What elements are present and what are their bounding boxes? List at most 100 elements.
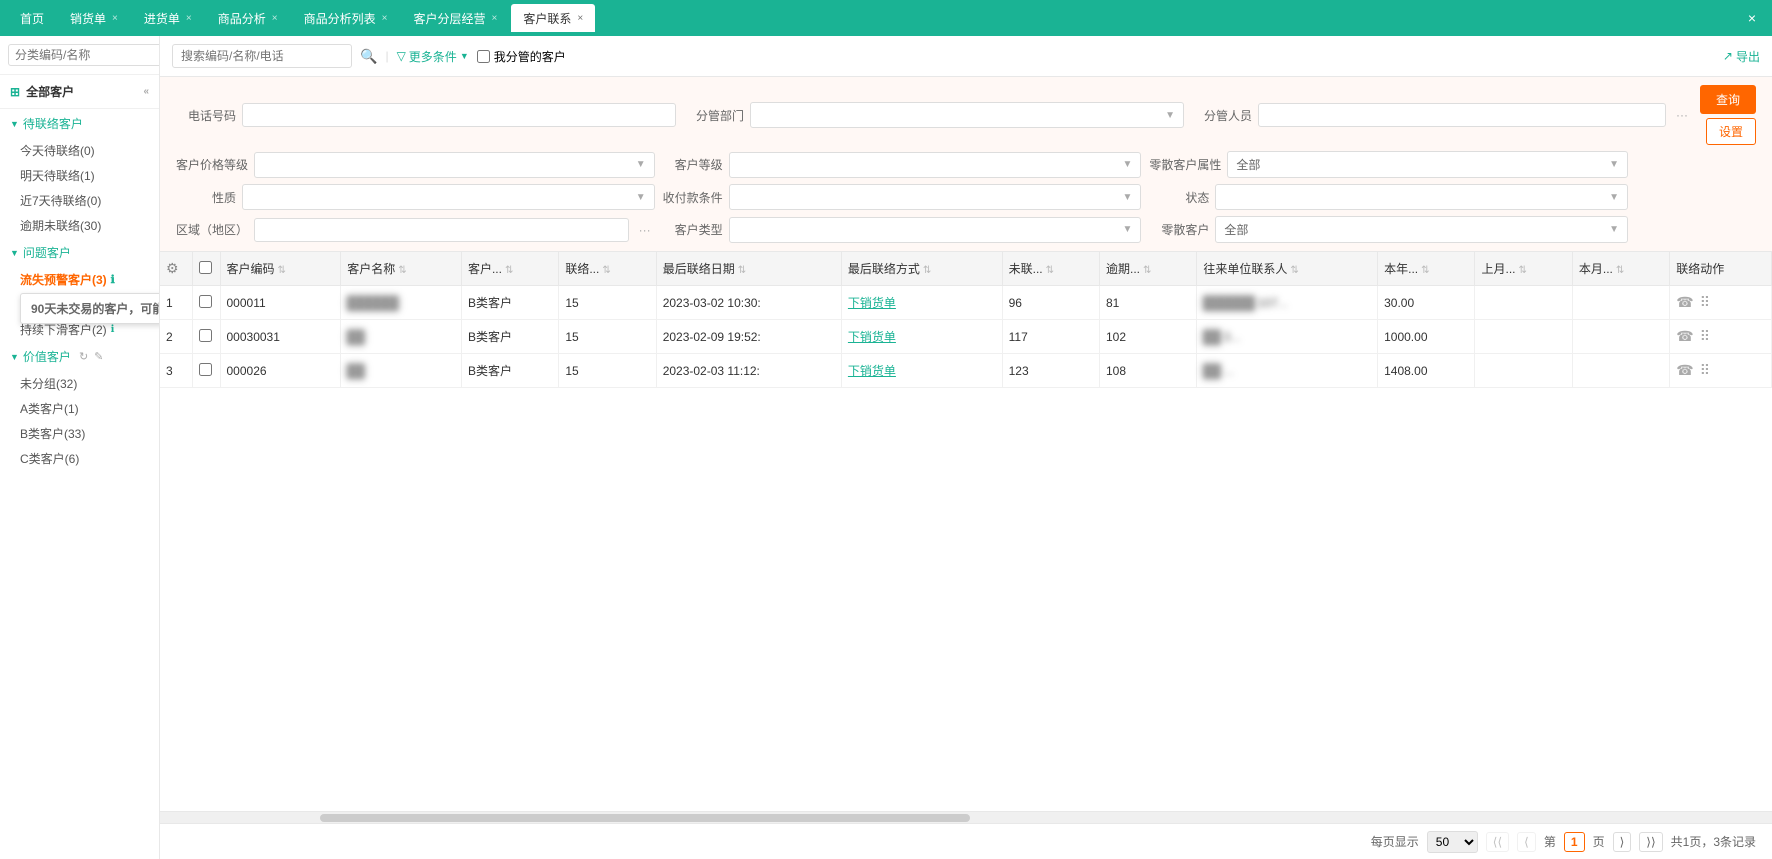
- person-dots[interactable]: ···: [1672, 108, 1692, 122]
- next-page-button[interactable]: ⟩: [1613, 832, 1632, 852]
- close-tab-purchase[interactable]: ×: [186, 13, 192, 24]
- tab-customer-contact[interactable]: 客户联系 ×: [511, 4, 595, 32]
- row-checkbox[interactable]: [199, 329, 212, 342]
- close-tab-customer-contact[interactable]: ×: [577, 13, 583, 24]
- payment-select[interactable]: ▼: [729, 184, 1142, 210]
- sidebar-collapse-icon[interactable]: «: [143, 86, 149, 97]
- sidebar-item-class-b[interactable]: B类客户(33): [0, 421, 159, 446]
- prev-page-button[interactable]: ⟨: [1517, 832, 1536, 852]
- horizontal-scrollbar[interactable]: [160, 811, 1772, 823]
- section-pending-header[interactable]: ▼ 待联络客户: [0, 109, 159, 138]
- close-tab-customer-tier[interactable]: ×: [491, 13, 497, 24]
- sidebar-item-class-a[interactable]: A类客户(1): [0, 396, 159, 421]
- customer-type-select[interactable]: ▼: [729, 217, 1142, 243]
- cell-last-method[interactable]: 下销货单: [841, 286, 1002, 320]
- refresh-icon[interactable]: ↻: [79, 350, 88, 363]
- cell-last-method[interactable]: 下销货单: [841, 354, 1002, 388]
- edit-icon[interactable]: ✎: [94, 350, 103, 363]
- cell-overdue: 81: [1100, 286, 1197, 320]
- sidebar-item-class-c[interactable]: C类客户(6): [0, 446, 159, 471]
- th-last-method[interactable]: 最后联络方式⇅: [841, 252, 1002, 286]
- th-contact[interactable]: 联络...⇅: [559, 252, 656, 286]
- tab-sales[interactable]: 销货单 ×: [58, 4, 130, 32]
- more-action-icon[interactable]: ⠿: [1700, 294, 1710, 311]
- th-name[interactable]: 客户名称⇅: [341, 252, 462, 286]
- th-last-month[interactable]: 上月...⇅: [1475, 252, 1572, 286]
- th-this-month[interactable]: 本月...⇅: [1572, 252, 1669, 286]
- sidebar-item-7days-pending[interactable]: 近7天待联络(0): [0, 188, 159, 213]
- cell-checkbox[interactable]: [192, 286, 220, 320]
- close-tab-goods-analysis[interactable]: ×: [272, 13, 278, 24]
- query-button[interactable]: 查询: [1700, 85, 1756, 114]
- scrollbar-thumb[interactable]: [320, 814, 970, 822]
- sidebar-item-today-pending[interactable]: 今天待联络(0): [0, 138, 159, 163]
- status-select[interactable]: ▼: [1215, 184, 1628, 210]
- contact-icon[interactable]: ☎: [1676, 328, 1693, 345]
- last-page-button[interactable]: ⟩⟩: [1639, 832, 1662, 852]
- section-value-header[interactable]: ▼ 价值客户 ↻ ✎: [0, 342, 159, 371]
- my-customers-checkbox[interactable]: [477, 50, 490, 63]
- export-button[interactable]: ↗ 导出: [1723, 48, 1760, 65]
- tab-home[interactable]: 首页: [8, 4, 56, 32]
- th-no-contact[interactable]: 未联...⇅: [1002, 252, 1099, 286]
- contact-icon[interactable]: ☎: [1676, 362, 1693, 379]
- cell-last-method[interactable]: 下销货单: [841, 320, 1002, 354]
- search-button[interactable]: 🔍: [360, 48, 377, 65]
- cell-last-month: [1475, 354, 1572, 388]
- sidebar-search-input[interactable]: [8, 44, 160, 66]
- page-size-select[interactable]: 50 100 200: [1427, 831, 1478, 853]
- sort-icon-2: ⇅: [398, 265, 406, 276]
- th-last-date[interactable]: 最后联络日期⇅: [656, 252, 841, 286]
- settings-button[interactable]: 设置: [1706, 118, 1756, 145]
- region-input[interactable]: [254, 218, 629, 242]
- tab-goods-analysis[interactable]: 商品分析 ×: [206, 4, 290, 32]
- grid-icon: ⊞: [10, 85, 20, 99]
- close-all-tabs[interactable]: ×: [1740, 10, 1764, 26]
- section-problem-header[interactable]: ▼ 问题客户: [0, 238, 159, 267]
- more-conditions-button[interactable]: ▽ 更多条件 ▼: [397, 48, 469, 65]
- dept-select[interactable]: ▼: [750, 102, 1184, 128]
- region-dots[interactable]: ···: [635, 223, 655, 237]
- close-tab-sales[interactable]: ×: [112, 13, 118, 24]
- sidebar-item-overdue-pending[interactable]: 逾期未联络(30): [0, 213, 159, 238]
- content-area: 🔍 | ▽ 更多条件 ▼ 我分管的客户 ↗ 导出 电话号码: [160, 36, 1772, 859]
- more-action-icon[interactable]: ⠿: [1700, 362, 1710, 379]
- gear-icon[interactable]: ⚙: [166, 260, 179, 276]
- sidebar-all-customers[interactable]: ⊞ 全部客户 «: [0, 75, 159, 109]
- contact-icon[interactable]: ☎: [1676, 294, 1693, 311]
- cell-checkbox[interactable]: [192, 320, 220, 354]
- person-input[interactable]: [1258, 103, 1666, 127]
- top-nav: 首页 销货单 × 进货单 × 商品分析 × 商品分析列表 × 客户分层经营 × …: [0, 0, 1772, 36]
- zero-customer-select[interactable]: 全部▼: [1215, 216, 1628, 243]
- more-action-icon[interactable]: ⠿: [1700, 328, 1710, 345]
- sidebar-item-tomorrow-pending[interactable]: 明天待联络(1): [0, 163, 159, 188]
- cell-checkbox[interactable]: [192, 354, 220, 388]
- tab-purchase[interactable]: 进货单 ×: [132, 4, 204, 32]
- cell-last-date: 2023-03-02 10:30:: [656, 286, 841, 320]
- tab-customer-tier[interactable]: 客户分层经营 ×: [401, 4, 509, 32]
- first-page-button[interactable]: ⟨⟨: [1486, 832, 1509, 852]
- cell-name: ██: [341, 354, 462, 388]
- th-this-year[interactable]: 本年...⇅: [1378, 252, 1475, 286]
- th-overdue[interactable]: 逾期...⇅: [1100, 252, 1197, 286]
- cell-this-month: [1572, 286, 1669, 320]
- row-checkbox[interactable]: [199, 363, 212, 376]
- close-tab-goods-analysis-list[interactable]: ×: [382, 13, 388, 24]
- customer-tier-select[interactable]: ▼: [729, 152, 1142, 178]
- sidebar-item-unclassified[interactable]: 未分组(32): [0, 371, 159, 396]
- my-customers-checkbox-label[interactable]: 我分管的客户: [477, 48, 566, 65]
- search-input[interactable]: [172, 44, 352, 68]
- th-tier[interactable]: 客户...⇅: [461, 252, 558, 286]
- select-all-checkbox[interactable]: [199, 261, 212, 274]
- price-tier-select[interactable]: ▼: [254, 152, 655, 178]
- gender-select[interactable]: ▼: [242, 184, 655, 210]
- tab-goods-analysis-list[interactable]: 商品分析列表 ×: [292, 4, 400, 32]
- sort-icon: ⇅: [278, 265, 286, 276]
- phone-input[interactable]: [242, 103, 676, 127]
- filter-row-4: 区域（地区） ··· 客户类型 ▼ 零散客户 全部▼: [176, 216, 1756, 243]
- sidebar-item-churn-warning[interactable]: 流失预警客户(3) ℹ 90天未交易的客户，可能有流失风险。: [0, 267, 159, 292]
- zero-retail-select[interactable]: 全部▼: [1227, 151, 1628, 178]
- row-checkbox[interactable]: [199, 295, 212, 308]
- th-code[interactable]: 客户编码⇅: [220, 252, 341, 286]
- th-unit-contact[interactable]: 往来单位联系人⇅: [1197, 252, 1378, 286]
